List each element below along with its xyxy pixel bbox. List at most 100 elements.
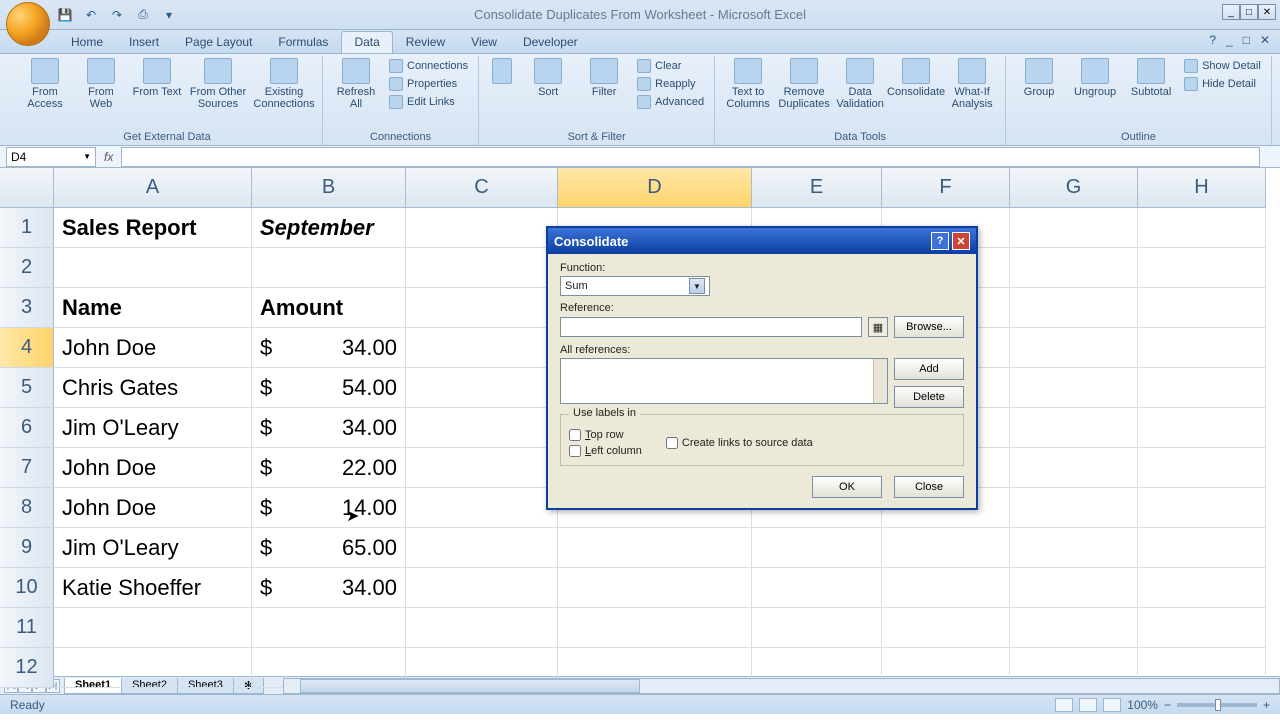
cell-H1[interactable] <box>1138 208 1266 248</box>
restore-button[interactable]: □ <box>1240 4 1258 20</box>
cell-A8[interactable]: John Doe <box>54 488 252 528</box>
tab-review[interactable]: Review <box>393 31 458 53</box>
filter-button[interactable]: Filter <box>579 58 629 98</box>
close-button[interactable]: ✕ <box>1258 4 1276 20</box>
row-header-10[interactable]: 10 <box>0 568 54 608</box>
ungroup-button[interactable]: Ungroup <box>1070 58 1120 98</box>
list-scrollbar[interactable] <box>873 359 887 403</box>
undo-icon[interactable]: ↶ <box>82 6 100 24</box>
office-button[interactable] <box>6 2 50 46</box>
cell-C10[interactable] <box>406 568 558 608</box>
column-header-H[interactable]: H <box>1138 168 1266 208</box>
cell-B6[interactable]: $34.00 <box>252 408 406 448</box>
cell-G10[interactable] <box>1010 568 1138 608</box>
tab-page-layout[interactable]: Page Layout <box>172 31 265 53</box>
from-other-sources-button[interactable]: From Other Sources <box>188 58 248 110</box>
row-header-3[interactable]: 3 <box>0 288 54 328</box>
existing-connections-button[interactable]: Existing Connections <box>254 58 314 110</box>
range-picker-icon[interactable]: ▦ <box>868 317 888 337</box>
cell-B8[interactable]: $14.00 <box>252 488 406 528</box>
cell-G5[interactable] <box>1010 368 1138 408</box>
from-web-button[interactable]: From Web <box>76 58 126 110</box>
cell-F10[interactable] <box>882 568 1010 608</box>
hide-detail-button[interactable]: Hide Detail <box>1182 76 1263 92</box>
formula-input[interactable] <box>121 147 1260 167</box>
reapply-button[interactable]: Reapply <box>635 76 706 92</box>
cell-C7[interactable] <box>406 448 558 488</box>
cell-E9[interactable] <box>752 528 882 568</box>
page-break-view-button[interactable] <box>1103 698 1121 712</box>
close-workbook-icon[interactable]: ✕ <box>1260 33 1270 47</box>
cell-G7[interactable] <box>1010 448 1138 488</box>
column-header-B[interactable]: B <box>252 168 406 208</box>
cell-G9[interactable] <box>1010 528 1138 568</box>
reference-input[interactable] <box>560 317 862 337</box>
column-header-G[interactable]: G <box>1010 168 1138 208</box>
cell-A7[interactable]: John Doe <box>54 448 252 488</box>
cell-D10[interactable] <box>558 568 752 608</box>
cell-A6[interactable]: Jim O'Leary <box>54 408 252 448</box>
cell-C3[interactable] <box>406 288 558 328</box>
cell-B5[interactable]: $54.00 <box>252 368 406 408</box>
cell-C6[interactable] <box>406 408 558 448</box>
cell-C9[interactable] <box>406 528 558 568</box>
column-header-D[interactable]: D <box>558 168 752 208</box>
top-row-checkbox[interactable]: Top row <box>569 429 642 441</box>
cell-A4[interactable]: John Doe <box>54 328 252 368</box>
cell-B7[interactable]: $22.00 <box>252 448 406 488</box>
zoom-slider[interactable] <box>1215 699 1221 711</box>
qat-dropdown-icon[interactable]: ▾ <box>160 6 178 24</box>
page-layout-view-button[interactable] <box>1079 698 1097 712</box>
cell-E10[interactable] <box>752 568 882 608</box>
cell-H2[interactable] <box>1138 248 1266 288</box>
cell-A10[interactable]: Katie Shoeffer <box>54 568 252 608</box>
cell-C8[interactable] <box>406 488 558 528</box>
subtotal-button[interactable]: Subtotal <box>1126 58 1176 98</box>
all-references-list[interactable] <box>560 358 888 404</box>
row-header-7[interactable]: 7 <box>0 448 54 488</box>
print-icon[interactable]: ⎙ <box>134 6 152 24</box>
dialog-close-button[interactable]: ✕ <box>952 232 970 250</box>
sort-az-button[interactable] <box>487 58 517 84</box>
cell-C4[interactable] <box>406 328 558 368</box>
connections-button[interactable]: Connections <box>387 58 470 74</box>
cell-A2[interactable] <box>54 248 252 288</box>
zoom-out-button[interactable]: − <box>1164 698 1171 712</box>
cell-B11[interactable] <box>252 608 406 648</box>
column-header-F[interactable]: F <box>882 168 1010 208</box>
cell-H6[interactable] <box>1138 408 1266 448</box>
cell-G6[interactable] <box>1010 408 1138 448</box>
edit-links-button[interactable]: Edit Links <box>387 94 470 110</box>
column-header-A[interactable]: A <box>54 168 252 208</box>
cell-G4[interactable] <box>1010 328 1138 368</box>
cell-C11[interactable] <box>406 608 558 648</box>
row-header-1[interactable]: 1 <box>0 208 54 248</box>
left-column-checkbox[interactable]: Left column <box>569 445 642 457</box>
tab-formulas[interactable]: Formulas <box>265 31 341 53</box>
dialog-help-button[interactable]: ? <box>931 232 949 250</box>
browse-button[interactable]: Browse... <box>894 316 964 338</box>
row-header-5[interactable]: 5 <box>0 368 54 408</box>
select-all-button[interactable] <box>0 168 54 208</box>
function-select[interactable]: Sum ▼ <box>560 276 710 296</box>
group-button[interactable]: Group <box>1014 58 1064 98</box>
cell-E11[interactable] <box>752 608 882 648</box>
column-header-C[interactable]: C <box>406 168 558 208</box>
text-to-columns-button[interactable]: Text to Columns <box>723 58 773 110</box>
tab-developer[interactable]: Developer <box>510 31 591 53</box>
cell-A3[interactable]: Name <box>54 288 252 328</box>
zoom-in-button[interactable]: + <box>1263 698 1270 712</box>
column-header-E[interactable]: E <box>752 168 882 208</box>
cell-G8[interactable] <box>1010 488 1138 528</box>
advanced-button[interactable]: Advanced <box>635 94 706 110</box>
cell-H10[interactable] <box>1138 568 1266 608</box>
chevron-down-icon[interactable]: ▼ <box>83 152 91 161</box>
cell-H3[interactable] <box>1138 288 1266 328</box>
tab-view[interactable]: View <box>458 31 510 53</box>
tab-insert[interactable]: Insert <box>116 31 172 53</box>
chevron-down-icon[interactable]: ▼ <box>689 278 705 294</box>
row-header-9[interactable]: 9 <box>0 528 54 568</box>
redo-icon[interactable]: ↷ <box>108 6 126 24</box>
normal-view-button[interactable] <box>1055 698 1073 712</box>
minimize-ribbon-icon[interactable]: _ <box>1226 33 1233 47</box>
